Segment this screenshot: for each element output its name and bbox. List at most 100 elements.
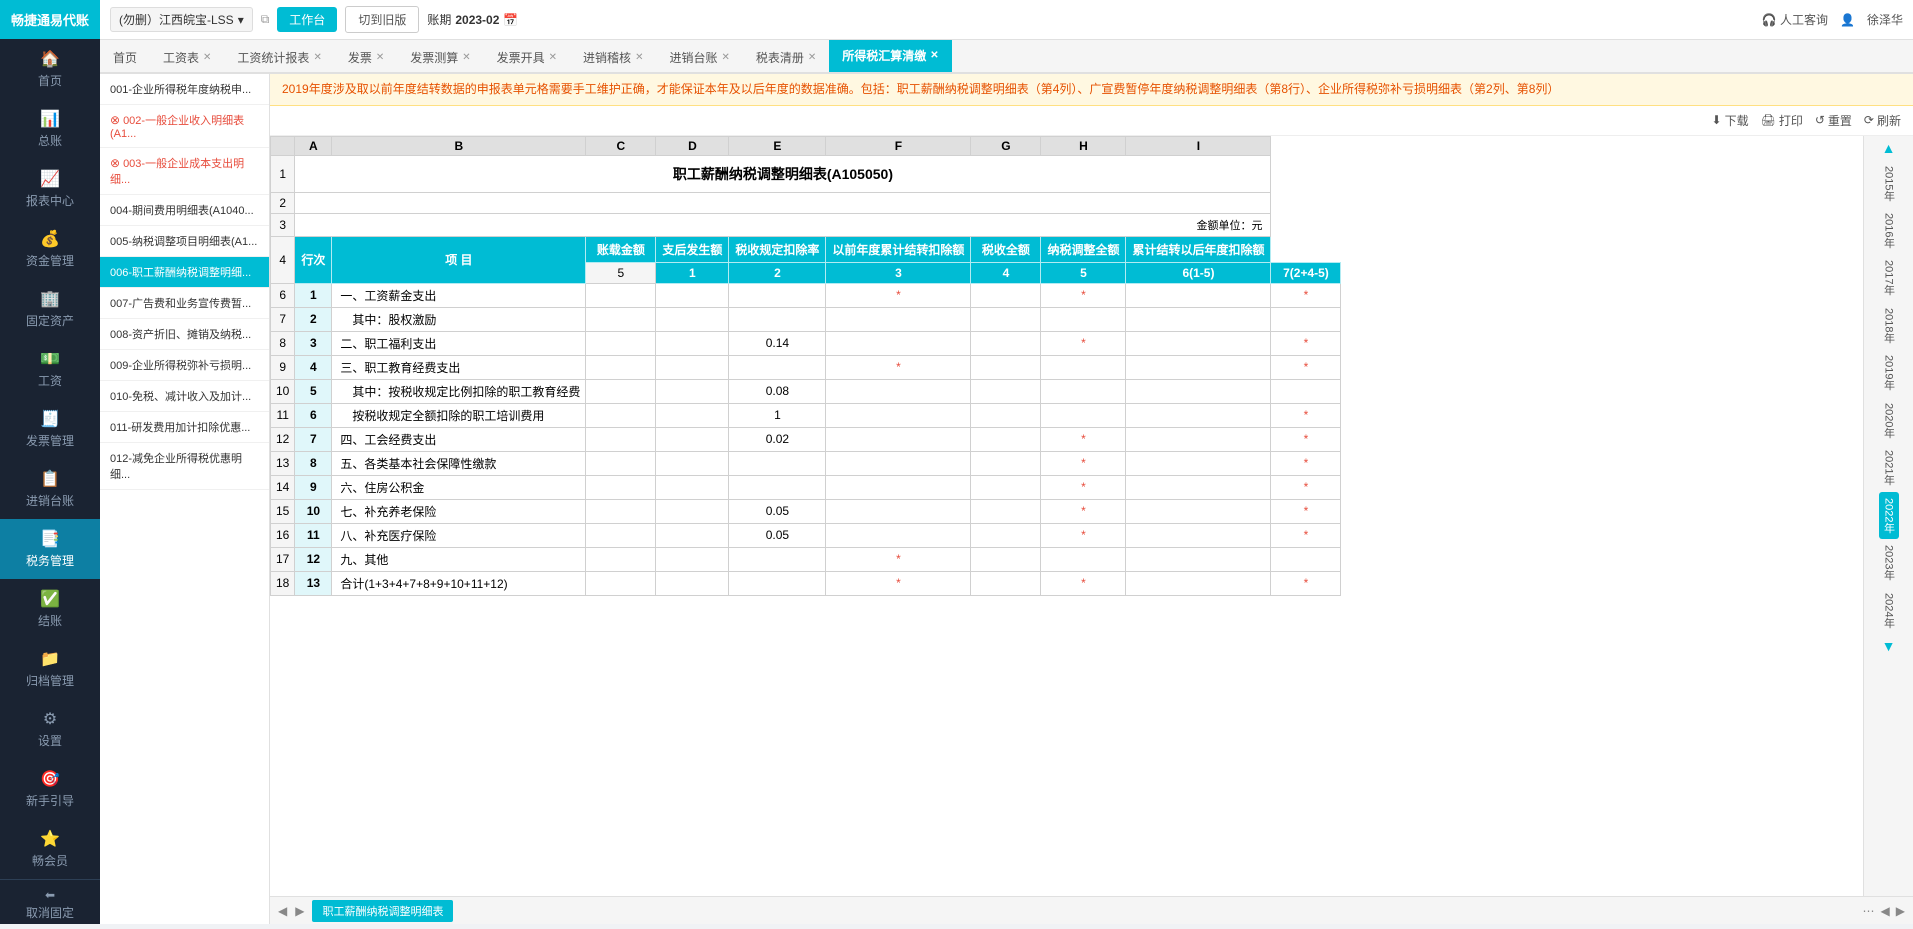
cell-16-7[interactable]: *	[1271, 523, 1341, 547]
cell-18-6[interactable]	[1126, 571, 1271, 595]
cell-13-6[interactable]	[1126, 451, 1271, 475]
cell-12-6[interactable]	[1126, 427, 1271, 451]
cell-9-4[interactable]	[971, 355, 1041, 379]
left-panel-item-2[interactable]: ⊗003-一般企业成本支出明细...	[100, 148, 269, 195]
cell-6-7[interactable]: *	[1271, 283, 1341, 307]
cell-16-1[interactable]	[656, 523, 729, 547]
cell-13-5[interactable]: *	[1041, 451, 1126, 475]
tab-close-1[interactable]: ✕	[203, 52, 211, 63]
tab-close-9[interactable]: ✕	[930, 50, 938, 61]
cell-8-4[interactable]	[971, 331, 1041, 355]
company-selector[interactable]: (勿删）江西皖宝-LSS ▾	[110, 7, 253, 32]
left-panel-item-1[interactable]: ⊗002-一般企业收入明细表(A1...	[100, 105, 269, 148]
year-down-button[interactable]: ▼	[1864, 634, 1913, 658]
cell-15-4[interactable]	[971, 499, 1041, 523]
tab-close-6[interactable]: ✕	[635, 52, 643, 63]
tab-close-3[interactable]: ✕	[376, 52, 384, 63]
cell-13-1[interactable]	[656, 451, 729, 475]
cell-10-5[interactable]	[1041, 379, 1126, 403]
cell-7-7[interactable]	[1271, 307, 1341, 331]
cell-10-1[interactable]	[656, 379, 729, 403]
tab-7[interactable]: 进销台账✕	[656, 42, 742, 72]
sidebar-item-固定资产[interactable]: 🏢 固定资产	[0, 279, 100, 339]
cell-10-3[interactable]	[826, 379, 971, 403]
cell-16-4[interactable]	[971, 523, 1041, 547]
cell-13-4[interactable]	[971, 451, 1041, 475]
cell-16-3[interactable]	[826, 523, 971, 547]
cell-15-2[interactable]: 0.05	[729, 499, 826, 523]
cell-9-2[interactable]	[729, 355, 826, 379]
year-item-2022年[interactable]: 2022年	[1879, 492, 1899, 539]
cell-17-5[interactable]	[1041, 547, 1126, 571]
sidebar-item-报表中心[interactable]: 📈 报表中心	[0, 159, 100, 219]
cell-17-7[interactable]	[1271, 547, 1341, 571]
sidebar-item-工资[interactable]: 💵 工资	[0, 339, 100, 399]
year-up-button[interactable]: ▲	[1864, 136, 1913, 160]
cell-8-7[interactable]: *	[1271, 331, 1341, 355]
sidebar-item-设置[interactable]: ⚙ 设置	[0, 699, 100, 759]
sidebar-item-总账[interactable]: 📊 总账	[0, 99, 100, 159]
cell-11-0[interactable]	[586, 403, 656, 427]
cell-12-1[interactable]	[656, 427, 729, 451]
scroll-left-icon[interactable]: ◀	[1881, 904, 1890, 918]
tab-1[interactable]: 工资表✕	[150, 42, 224, 72]
cell-18-3[interactable]: *	[826, 571, 971, 595]
year-item-2018年[interactable]: 2018年	[1879, 302, 1899, 349]
cell-16-5[interactable]: *	[1041, 523, 1126, 547]
cell-8-5[interactable]: *	[1041, 331, 1126, 355]
cell-12-7[interactable]: *	[1271, 427, 1341, 451]
left-panel-item-8[interactable]: 009-企业所得税弥补亏损明...	[100, 350, 269, 381]
year-item-2016年[interactable]: 2016年	[1879, 207, 1899, 254]
cell-15-1[interactable]	[656, 499, 729, 523]
refresh-button[interactable]: ⟳ 刷新	[1864, 112, 1901, 129]
cell-9-1[interactable]	[656, 355, 729, 379]
cell-16-0[interactable]	[586, 523, 656, 547]
next-sheet-button[interactable]: ▶	[295, 904, 304, 918]
workspace-button[interactable]: 工作台	[277, 7, 337, 32]
cell-6-6[interactable]	[1126, 283, 1271, 307]
cell-6-0[interactable]	[586, 283, 656, 307]
cell-17-6[interactable]	[1126, 547, 1271, 571]
cell-10-7[interactable]	[1271, 379, 1341, 403]
cell-7-3[interactable]	[826, 307, 971, 331]
cell-15-7[interactable]: *	[1271, 499, 1341, 523]
tab-0[interactable]: 首页	[100, 42, 150, 72]
cell-11-2[interactable]: 1	[729, 403, 826, 427]
tab-6[interactable]: 进销稽核✕	[570, 42, 656, 72]
cell-12-0[interactable]	[586, 427, 656, 451]
reset-button[interactable]: ↺ 重置	[1815, 112, 1852, 129]
cell-6-2[interactable]	[729, 283, 826, 307]
cell-10-4[interactable]	[971, 379, 1041, 403]
sidebar-item-资金管理[interactable]: 💰 资金管理	[0, 219, 100, 279]
tab-9[interactable]: 所得税汇算清缴✕	[829, 40, 951, 72]
cell-11-6[interactable]	[1126, 403, 1271, 427]
tab-5[interactable]: 发票开具✕	[484, 42, 570, 72]
cell-7-1[interactable]	[656, 307, 729, 331]
more-options-icon[interactable]: ⋯	[1863, 904, 1875, 918]
download-button[interactable]: ⬇ 下载	[1712, 112, 1749, 129]
customer-service-link[interactable]: 🎧 人工客询	[1762, 11, 1828, 28]
cell-7-0[interactable]	[586, 307, 656, 331]
left-panel-item-10[interactable]: 011-研发费用加计扣除优惠...	[100, 412, 269, 443]
print-button[interactable]: 🖨 打印	[1761, 112, 1803, 129]
tab-4[interactable]: 发票测算✕	[397, 42, 483, 72]
tab-close-8[interactable]: ✕	[808, 52, 816, 63]
prev-sheet-button[interactable]: ◀	[278, 904, 287, 918]
cell-11-5[interactable]	[1041, 403, 1126, 427]
cell-14-4[interactable]	[971, 475, 1041, 499]
cell-9-7[interactable]: *	[1271, 355, 1341, 379]
cell-17-4[interactable]	[971, 547, 1041, 571]
cell-14-6[interactable]	[1126, 475, 1271, 499]
cell-8-0[interactable]	[586, 331, 656, 355]
cell-11-3[interactable]	[826, 403, 971, 427]
cell-8-1[interactable]	[656, 331, 729, 355]
cell-12-2[interactable]: 0.02	[729, 427, 826, 451]
cell-14-5[interactable]: *	[1041, 475, 1126, 499]
year-item-2023年[interactable]: 2023年	[1879, 539, 1899, 586]
cell-18-5[interactable]: *	[1041, 571, 1126, 595]
cell-9-5[interactable]	[1041, 355, 1126, 379]
cell-11-7[interactable]: *	[1271, 403, 1341, 427]
cell-12-5[interactable]: *	[1041, 427, 1126, 451]
cell-18-0[interactable]	[586, 571, 656, 595]
cell-6-1[interactable]	[656, 283, 729, 307]
